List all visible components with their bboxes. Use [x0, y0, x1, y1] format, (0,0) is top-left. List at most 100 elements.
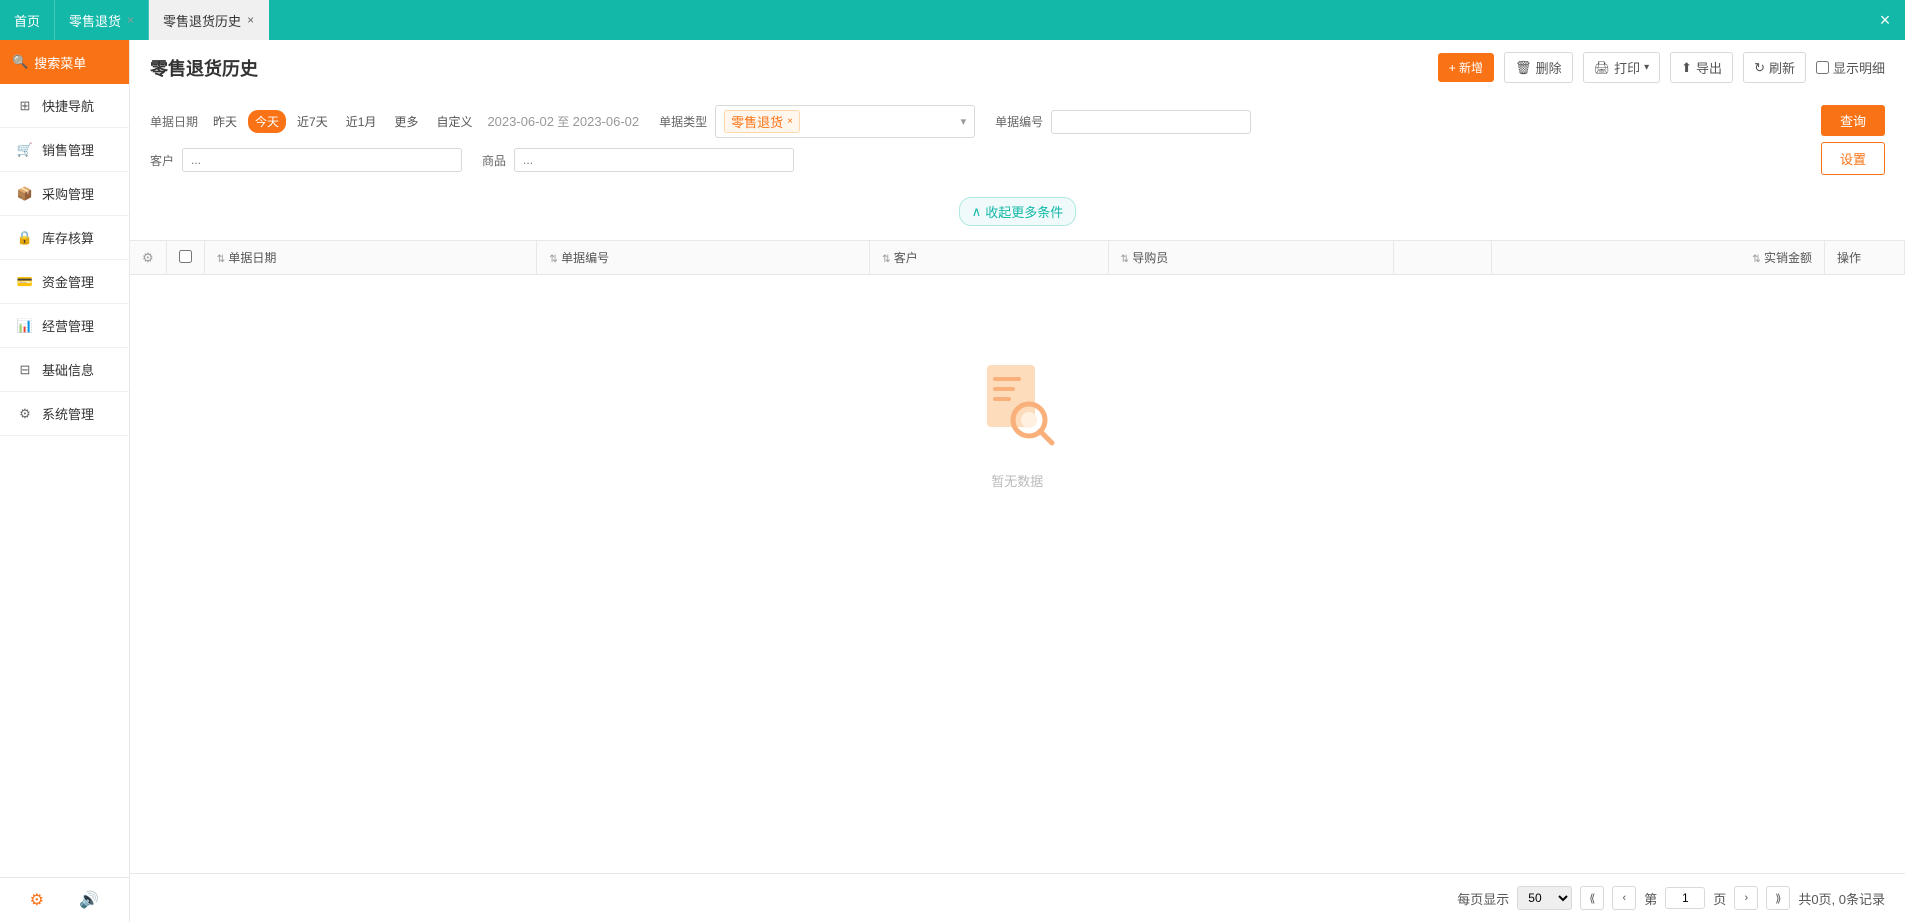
box-icon: 📦	[16, 185, 34, 203]
product-input[interactable]	[514, 148, 794, 172]
filter-inner: 单据日期 昨天 今天 近7天 近1月 更多 自定义	[130, 95, 1905, 240]
delete-button[interactable]: 🗑 删除	[1504, 52, 1573, 83]
table-section: ⚙ ⇅ 单据日期 ⇅ 单据编号	[130, 241, 1905, 873]
date-btn-more[interactable]: 更多	[387, 110, 425, 133]
tab-retail-return-close[interactable]: ×	[127, 13, 134, 27]
date-btn-custom[interactable]: 自定义	[429, 110, 479, 133]
sidebar-item-inventory[interactable]: 🔒 库存核算	[0, 216, 129, 260]
sidebar-bottom: ⚙ 🔊	[0, 877, 129, 922]
collapse-filter-button[interactable]: ∧ 收起更多条件	[959, 197, 1077, 226]
bill-no-input[interactable]	[1051, 110, 1251, 134]
bill-type-chevron-icon: ▾	[961, 115, 967, 128]
sort-icon-customer[interactable]: ⇅	[882, 254, 890, 265]
filter-settings-button[interactable]: 设置	[1821, 142, 1885, 175]
bill-type-tag-close[interactable]: ×	[787, 116, 793, 127]
system-icon: ⚙	[16, 405, 34, 423]
prev-page-button[interactable]: ‹	[1612, 886, 1636, 910]
sidebar-search[interactable]: 🔍 搜索菜单	[0, 40, 129, 84]
next-page-button[interactable]: ›	[1734, 886, 1758, 910]
main-layout: 🔍 搜索菜单 ⊞ 快捷导航 🛒 销售管理 📦 采购管理 🔒 库存核算 💳 资金管…	[0, 40, 1905, 922]
chevron-up-icon: ∧	[972, 204, 982, 220]
sidebar-item-quick-nav[interactable]: ⊞ 快捷导航	[0, 84, 129, 128]
sidebar-item-purchase-mgmt[interactable]: 📦 采购管理	[0, 172, 129, 216]
window-close-button[interactable]: ×	[1865, 0, 1905, 40]
search-icon: 🔍	[12, 54, 28, 70]
column-action: 操作	[1825, 241, 1905, 275]
first-page-button[interactable]: ⟪	[1580, 886, 1604, 910]
sort-icon-guide[interactable]: ⇅	[1121, 254, 1129, 265]
page-title-row: 零售退货历史 + 新增 🗑 删除 🖨 打印 ▾ ⬆	[150, 52, 1885, 83]
customer-label: 客户	[150, 152, 174, 169]
empty-cell: 暂无数据	[130, 275, 1905, 571]
sidebar: 🔍 搜索菜单 ⊞ 快捷导航 🛒 销售管理 📦 采购管理 🔒 库存核算 💳 资金管…	[0, 40, 130, 922]
refresh-button[interactable]: ↻ 刷新	[1743, 52, 1806, 83]
sidebar-sound-btn[interactable]: 🔊	[79, 890, 99, 910]
tab-retail-return-history[interactable]: 零售退货历史 ×	[149, 0, 269, 40]
filter-group-date: 单据日期 昨天 今天 近7天 近1月 更多 自定义	[150, 110, 639, 133]
date-range-buttons: 昨天 今天 近7天 近1月 更多 自定义	[206, 110, 479, 133]
export-icon: ⬆	[1681, 60, 1692, 76]
page-label: 第	[1644, 889, 1657, 908]
filter-row-1: 单据日期 昨天 今天 近7天 近1月 更多 自定义	[150, 105, 1801, 138]
column-customer: ⇅ 客户	[870, 241, 1108, 275]
bill-type-select[interactable]: 零售退货 × ▾	[715, 105, 975, 138]
sidebar-item-system[interactable]: ⚙ 系统管理	[0, 392, 129, 436]
filter-main-row: 单据日期 昨天 今天 近7天 近1月 更多 自定义	[150, 105, 1885, 185]
sort-icon-bill-no[interactable]: ⇅	[549, 254, 557, 265]
table-settings-icon[interactable]: ⚙	[142, 250, 154, 265]
date-btn-yesterday[interactable]: 昨天	[206, 110, 244, 133]
query-button[interactable]: 查询	[1821, 105, 1885, 136]
filter-section: 零售退货历史 + 新增 🗑 删除 🖨 打印 ▾ ⬆	[130, 40, 1905, 241]
toolbar: + 新增 🗑 删除 🖨 打印 ▾ ⬆ 导出	[1438, 52, 1885, 83]
sidebar-item-operations[interactable]: 📊 经营管理	[0, 304, 129, 348]
print-icon: 🖨	[1594, 60, 1611, 76]
empty-state: 暂无数据	[130, 275, 1905, 570]
date-btn-1month[interactable]: 近1月	[339, 110, 384, 133]
content-area: 零售退货历史 + 新增 🗑 删除 🖨 打印 ▾ ⬆	[130, 40, 1905, 922]
last-page-button[interactable]: ⟫	[1766, 886, 1790, 910]
sort-icon-bill-date[interactable]: ⇅	[217, 254, 225, 265]
cart-icon: 🛒	[16, 141, 34, 159]
date-btn-today[interactable]: 今天	[248, 110, 286, 133]
select-all-checkbox[interactable]	[179, 250, 192, 263]
new-button[interactable]: + 新增	[1438, 53, 1494, 82]
show-detail-checkbox-label[interactable]: 显示明细	[1816, 58, 1885, 77]
filter-group-product: 商品	[482, 148, 794, 172]
tab-retail-return[interactable]: 零售退货 ×	[55, 0, 149, 40]
sidebar-item-basic-info[interactable]: ⊟ 基础信息	[0, 348, 129, 392]
show-detail-checkbox[interactable]	[1816, 61, 1829, 74]
product-label: 商品	[482, 152, 506, 169]
data-table: ⚙ ⇅ 单据日期 ⇅ 单据编号	[130, 241, 1905, 570]
sidebar-item-finance[interactable]: 💳 资金管理	[0, 260, 129, 304]
print-button[interactable]: 🖨 打印 ▾	[1583, 52, 1661, 83]
column-amount: ⇅ 实销金额	[1492, 241, 1825, 275]
tab-retail-return-history-close[interactable]: ×	[247, 13, 254, 27]
action-buttons: 查询 设置	[1821, 105, 1885, 185]
total-info: 共0页, 0条记录	[1798, 889, 1885, 908]
column-spacer	[1394, 241, 1492, 275]
print-chevron-icon: ▾	[1644, 62, 1649, 73]
tab-home[interactable]: 首页	[0, 0, 55, 40]
table-body: 暂无数据	[130, 275, 1905, 571]
export-button[interactable]: ⬆ 导出	[1670, 52, 1733, 83]
customer-input[interactable]	[182, 148, 462, 172]
empty-row: 暂无数据	[130, 275, 1905, 571]
sort-icon-amount[interactable]: ⇅	[1752, 254, 1760, 265]
sidebar-settings-btn[interactable]: ⚙	[30, 890, 44, 910]
page-number-input[interactable]	[1665, 887, 1705, 909]
filter-fields: 单据日期 昨天 今天 近7天 近1月 更多 自定义	[150, 105, 1801, 172]
date-btn-7days[interactable]: 近7天	[290, 110, 335, 133]
chart-icon: 📊	[16, 317, 34, 335]
bill-type-tag: 零售退货 ×	[724, 110, 800, 133]
per-page-select[interactable]: 10 20 50 100	[1517, 886, 1572, 910]
filter-row-2: 客户 商品	[150, 148, 1801, 172]
bill-type-label: 单据类型	[659, 113, 707, 130]
page-title: 零售退货历史	[150, 55, 258, 81]
top-bar: 首页 零售退货 × 零售退货历史 × ×	[0, 0, 1905, 40]
per-page-label: 每页显示	[1457, 889, 1509, 908]
refresh-icon: ↻	[1754, 60, 1765, 76]
sidebar-item-sales-mgmt[interactable]: 🛒 销售管理	[0, 128, 129, 172]
filter-group-bill-no: 单据编号	[995, 110, 1251, 134]
pagination: 每页显示 10 20 50 100 ⟪ ‹ 第 页 › ⟫ 共0页, 0条记录	[130, 873, 1905, 922]
page-unit: 页	[1713, 889, 1726, 908]
